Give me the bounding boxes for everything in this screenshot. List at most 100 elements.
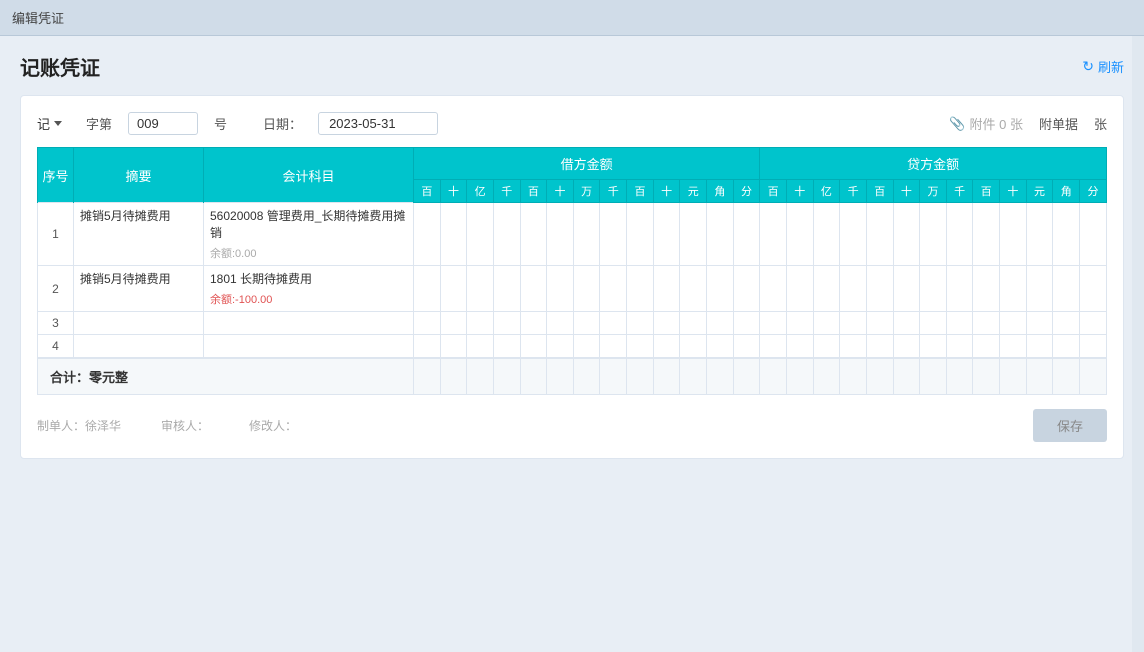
row-debit-2[interactable]: [467, 312, 494, 335]
row-credit-5[interactable]: [893, 266, 920, 312]
row-credit-3[interactable]: [840, 335, 867, 359]
row-debit-3[interactable]: [493, 335, 520, 359]
row-credit-6[interactable]: [920, 203, 947, 266]
row-credit-9[interactable]: [1000, 203, 1027, 266]
row-credit-6[interactable]: [920, 266, 947, 312]
row-debit-8[interactable]: [627, 203, 654, 266]
row-credit-0[interactable]: [760, 312, 787, 335]
row-credit-5[interactable]: [893, 203, 920, 266]
row-credit-12[interactable]: [1080, 203, 1107, 266]
row-summary[interactable]: [74, 335, 204, 359]
row-summary[interactable]: 摊销5月待摊费用: [74, 203, 204, 266]
row-credit-1[interactable]: [786, 266, 813, 312]
row-credit-0[interactable]: [760, 203, 787, 266]
row-credit-4[interactable]: [866, 312, 893, 335]
row-debit-0[interactable]: [414, 335, 441, 359]
row-debit-4[interactable]: [520, 335, 547, 359]
zi-input[interactable]: [128, 112, 198, 135]
row-credit-9[interactable]: [1000, 266, 1027, 312]
save-button[interactable]: 保存: [1033, 409, 1107, 442]
row-debit-0[interactable]: [414, 312, 441, 335]
row-credit-3[interactable]: [840, 203, 867, 266]
row-debit-10[interactable]: [680, 203, 707, 266]
row-debit-9[interactable]: [653, 335, 680, 359]
row-credit-8[interactable]: [973, 266, 1000, 312]
row-debit-12[interactable]: [733, 266, 760, 312]
row-debit-4[interactable]: [520, 266, 547, 312]
row-summary[interactable]: [74, 312, 204, 335]
row-debit-3[interactable]: [493, 312, 520, 335]
row-account[interactable]: [204, 335, 414, 359]
row-debit-2[interactable]: [467, 335, 494, 359]
row-credit-6[interactable]: [920, 312, 947, 335]
row-debit-7[interactable]: [600, 203, 627, 266]
row-debit-11[interactable]: [707, 203, 734, 266]
row-account[interactable]: 1801 长期待摊费用余额:-100.00: [204, 266, 414, 312]
row-debit-6[interactable]: [573, 266, 600, 312]
row-debit-2[interactable]: [467, 203, 494, 266]
row-credit-2[interactable]: [813, 335, 840, 359]
row-credit-7[interactable]: [946, 312, 973, 335]
row-credit-7[interactable]: [946, 203, 973, 266]
row-debit-1[interactable]: [440, 203, 467, 266]
row-debit-0[interactable]: [414, 203, 441, 266]
row-credit-12[interactable]: [1080, 312, 1107, 335]
row-credit-2[interactable]: [813, 312, 840, 335]
row-debit-11[interactable]: [707, 312, 734, 335]
row-debit-10[interactable]: [680, 312, 707, 335]
row-debit-11[interactable]: [707, 335, 734, 359]
row-debit-1[interactable]: [440, 335, 467, 359]
row-debit-9[interactable]: [653, 203, 680, 266]
row-debit-5[interactable]: [547, 266, 574, 312]
row-debit-7[interactable]: [600, 312, 627, 335]
row-credit-12[interactable]: [1080, 335, 1107, 359]
row-debit-12[interactable]: [733, 203, 760, 266]
row-debit-8[interactable]: [627, 335, 654, 359]
row-debit-8[interactable]: [627, 266, 654, 312]
row-credit-9[interactable]: [1000, 335, 1027, 359]
row-credit-9[interactable]: [1000, 312, 1027, 335]
row-credit-3[interactable]: [840, 312, 867, 335]
row-credit-5[interactable]: [893, 335, 920, 359]
row-credit-1[interactable]: [786, 203, 813, 266]
row-debit-9[interactable]: [653, 266, 680, 312]
row-credit-1[interactable]: [786, 312, 813, 335]
row-credit-1[interactable]: [786, 335, 813, 359]
row-credit-5[interactable]: [893, 312, 920, 335]
row-debit-1[interactable]: [440, 266, 467, 312]
row-credit-2[interactable]: [813, 203, 840, 266]
row-debit-3[interactable]: [493, 203, 520, 266]
row-debit-10[interactable]: [680, 266, 707, 312]
row-debit-5[interactable]: [547, 335, 574, 359]
attach-single-label[interactable]: 附单据: [1039, 114, 1078, 133]
refresh-button[interactable]: ↻ 刷新: [1082, 57, 1124, 76]
row-debit-6[interactable]: [573, 203, 600, 266]
row-credit-6[interactable]: [920, 335, 947, 359]
row-credit-10[interactable]: [1026, 203, 1053, 266]
row-debit-10[interactable]: [680, 335, 707, 359]
row-credit-4[interactable]: [866, 203, 893, 266]
row-debit-3[interactable]: [493, 266, 520, 312]
row-debit-11[interactable]: [707, 266, 734, 312]
row-credit-3[interactable]: [840, 266, 867, 312]
row-debit-5[interactable]: [547, 203, 574, 266]
date-input[interactable]: [318, 112, 438, 135]
row-credit-8[interactable]: [973, 312, 1000, 335]
row-credit-11[interactable]: [1053, 266, 1080, 312]
row-credit-2[interactable]: [813, 266, 840, 312]
row-debit-4[interactable]: [520, 312, 547, 335]
row-credit-10[interactable]: [1026, 335, 1053, 359]
ji-select-button[interactable]: 记: [37, 114, 62, 133]
row-credit-0[interactable]: [760, 335, 787, 359]
row-debit-12[interactable]: [733, 312, 760, 335]
row-debit-6[interactable]: [573, 312, 600, 335]
row-credit-11[interactable]: [1053, 335, 1080, 359]
row-credit-8[interactable]: [973, 203, 1000, 266]
attachment-link[interactable]: 📎 附件 0 张: [949, 114, 1023, 133]
row-debit-1[interactable]: [440, 312, 467, 335]
row-credit-11[interactable]: [1053, 312, 1080, 335]
row-credit-7[interactable]: [946, 335, 973, 359]
row-debit-2[interactable]: [467, 266, 494, 312]
row-credit-11[interactable]: [1053, 203, 1080, 266]
row-account[interactable]: [204, 312, 414, 335]
